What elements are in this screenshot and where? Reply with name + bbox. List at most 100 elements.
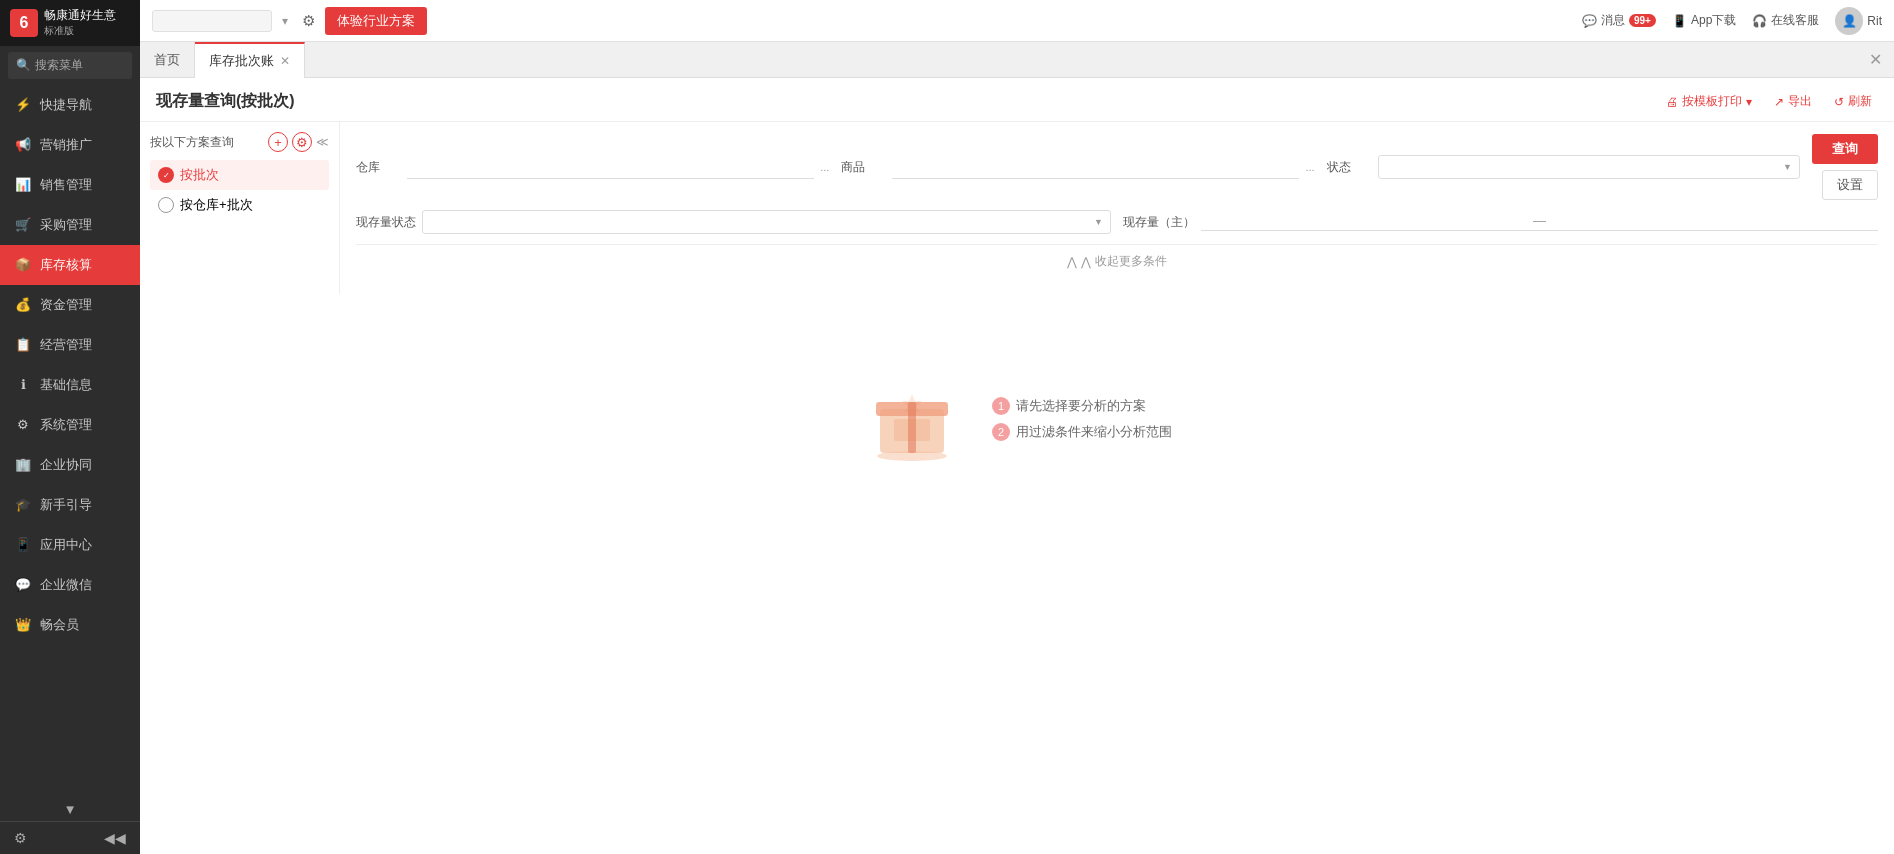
- sidebar-item-app-center[interactable]: 📱 应用中心: [0, 525, 140, 565]
- query-btn[interactable]: 查询: [1812, 134, 1878, 164]
- scheme-header: 按以下方案查询 + ⚙ ≪: [150, 132, 329, 152]
- scheme-item-by-warehouse-batch[interactable]: 按仓库+批次: [150, 190, 329, 220]
- filter-buttons: 查询 设置: [1812, 134, 1878, 200]
- scheme-title: 按以下方案查询: [150, 134, 234, 151]
- sidebar-item-newbie[interactable]: 🎓 新手引导: [0, 485, 140, 525]
- quick-nav-icon: ⚡: [14, 96, 32, 114]
- settings-btn[interactable]: 设置: [1822, 170, 1878, 200]
- app-download-label: App下载: [1691, 12, 1736, 29]
- message-badge: 99+: [1629, 14, 1656, 27]
- collapse-sidebar-icon[interactable]: ◀◀: [104, 830, 126, 846]
- tip-text-1: 请先选择要分析的方案: [1016, 397, 1146, 415]
- qty-min-input[interactable]: [1201, 214, 1527, 228]
- print-btn[interactable]: 🖨 按模板打印 ▾: [1660, 90, 1758, 113]
- scheme-dot-outline: [158, 197, 174, 213]
- settings-icon[interactable]: ⚙: [14, 830, 27, 846]
- sidebar-item-member[interactable]: 👑 畅会员: [0, 605, 140, 645]
- finance-icon: 💰: [14, 296, 32, 314]
- sidebar-scroll-down[interactable]: ▼: [0, 798, 140, 821]
- user-avatar: 👤: [1835, 7, 1863, 35]
- qty-range-sep: —: [1533, 213, 1546, 228]
- refresh-btn[interactable]: ↺ 刷新: [1828, 90, 1878, 113]
- sidebar-item-inventory[interactable]: 📦 库存核算: [0, 245, 140, 285]
- sales-icon: 📊: [14, 176, 32, 194]
- sidebar-item-label: 新手引导: [40, 496, 92, 514]
- search-icon: 🔍: [16, 58, 31, 72]
- tab-close-main-icon[interactable]: ✕: [1869, 50, 1894, 69]
- sidebar-item-marketing[interactable]: 📢 营销推广: [0, 125, 140, 165]
- sidebar-item-enterprise[interactable]: 🏢 企业协同: [0, 445, 140, 485]
- sidebar-nav: ⚡ 快捷导航 📢 营销推广 📊 销售管理 🛒 采购管理 📦 库存核算 💰 资金管…: [0, 85, 140, 798]
- app-download-icon: 📱: [1672, 14, 1687, 28]
- topbar-online-service[interactable]: 🎧 在线客服: [1752, 12, 1819, 29]
- sidebar-item-label: 畅会员: [40, 616, 79, 634]
- scheme-item-label: 按仓库+批次: [180, 196, 253, 214]
- scheme-actions: + ⚙ ≪: [268, 132, 329, 152]
- collapse-label: 收起更多条件: [1095, 253, 1167, 270]
- sidebar-item-system[interactable]: ⚙ 系统管理: [0, 405, 140, 445]
- warehouse-input[interactable]: [407, 156, 814, 179]
- sidebar-item-label: 快捷导航: [40, 96, 92, 114]
- main-area: ▾ ⚙ 体验行业方案 💬 消息 99+ 📱 App下载 🎧 在线客服 👤 Rit: [140, 0, 1894, 854]
- qty-range: —: [1201, 213, 1878, 231]
- topbar-gear-icon[interactable]: ⚙: [302, 12, 315, 30]
- sidebar-item-quick-nav[interactable]: ⚡ 快捷导航: [0, 85, 140, 125]
- scheme-collapse-icon[interactable]: ≪: [316, 135, 329, 149]
- print-chevron-icon: ▾: [1746, 95, 1752, 109]
- user-name: Rit: [1867, 14, 1882, 28]
- newbie-icon: 🎓: [14, 496, 32, 514]
- topbar-message[interactable]: 💬 消息 99+: [1582, 12, 1656, 29]
- topbar-search-input[interactable]: [152, 10, 272, 32]
- refresh-icon: ↺: [1834, 95, 1844, 109]
- tip-text-2: 用过滤条件来缩小分析范围: [1016, 423, 1172, 441]
- sidebar-item-basic[interactable]: ℹ 基础信息: [0, 365, 140, 405]
- business-icon: 📋: [14, 336, 32, 354]
- online-service-icon: 🎧: [1752, 14, 1767, 28]
- export-btn[interactable]: ↗ 导出: [1768, 90, 1818, 113]
- system-icon: ⚙: [14, 416, 32, 434]
- product-input[interactable]: [892, 156, 1299, 179]
- sidebar-item-purchase[interactable]: 🛒 采购管理: [0, 205, 140, 245]
- export-icon: ↗: [1774, 95, 1784, 109]
- tab-home[interactable]: 首页: [140, 42, 195, 78]
- product-more-btn[interactable]: ...: [1305, 161, 1314, 173]
- scheme-add-btn[interactable]: +: [268, 132, 288, 152]
- empty-tips: 1 请先选择要分析的方案 2 用过滤条件来缩小分析范围: [992, 397, 1172, 441]
- sidebar-item-label: 库存核算: [40, 256, 92, 274]
- basic-icon: ℹ: [14, 376, 32, 394]
- sidebar-header: 6 畅康通好生意 标准版: [0, 0, 140, 46]
- inventory-icon: 📦: [14, 256, 32, 274]
- collapse-btn[interactable]: ⋀ ⋀ 收起更多条件: [1063, 249, 1170, 274]
- sidebar-item-business[interactable]: 📋 经营管理: [0, 325, 140, 365]
- filter-inv-status-group: 现存量状态: [356, 210, 1111, 234]
- sidebar-item-finance[interactable]: 💰 资金管理: [0, 285, 140, 325]
- inv-status-select[interactable]: [422, 210, 1111, 234]
- sidebar-search[interactable]: 🔍 搜索菜单: [8, 52, 132, 79]
- user-avatar-text: 👤: [1842, 14, 1857, 28]
- filter-qty-group: 现存量（主） —: [1123, 213, 1878, 231]
- page-title: 现存量查询(按批次): [156, 91, 295, 112]
- topbar-user[interactable]: 👤 Rit: [1835, 7, 1882, 35]
- topbar-chevron-icon[interactable]: ▾: [282, 14, 288, 28]
- sidebar-item-enterprise-wechat[interactable]: 💬 企业微信: [0, 565, 140, 605]
- warehouse-more-btn[interactable]: ...: [820, 161, 829, 173]
- topbar-app-download[interactable]: 📱 App下载: [1672, 12, 1736, 29]
- qty-label: 现存量（主）: [1123, 214, 1195, 231]
- status-select[interactable]: [1378, 155, 1800, 179]
- scheme-item-by-batch[interactable]: ✓ 按批次: [150, 160, 329, 190]
- collapse-row: ⋀ ⋀ 收起更多条件: [356, 244, 1878, 282]
- scheme-settings-btn[interactable]: ⚙: [292, 132, 312, 152]
- empty-icon-svg: [862, 374, 962, 464]
- sidebar-item-label: 系统管理: [40, 416, 92, 434]
- tab-inventory-batch[interactable]: 库存批次账 ✕: [195, 42, 305, 78]
- sidebar-item-sales[interactable]: 📊 销售管理: [0, 165, 140, 205]
- tabbar: 首页 库存批次账 ✕ ✕: [140, 42, 1894, 78]
- page-actions: 🖨 按模板打印 ▾ ↗ 导出 ↺ 刷新: [1660, 90, 1878, 113]
- app-name-group: 畅康通好生意 标准版: [44, 8, 116, 38]
- trial-btn[interactable]: 体验行业方案: [325, 7, 427, 35]
- sidebar-item-label: 资金管理: [40, 296, 92, 314]
- tab-close-icon[interactable]: ✕: [280, 55, 290, 67]
- filter-row-1: 仓库 ... 商品 ... 状态: [356, 134, 1878, 200]
- qty-max-input[interactable]: [1552, 214, 1878, 228]
- message-label: 消息: [1601, 12, 1625, 29]
